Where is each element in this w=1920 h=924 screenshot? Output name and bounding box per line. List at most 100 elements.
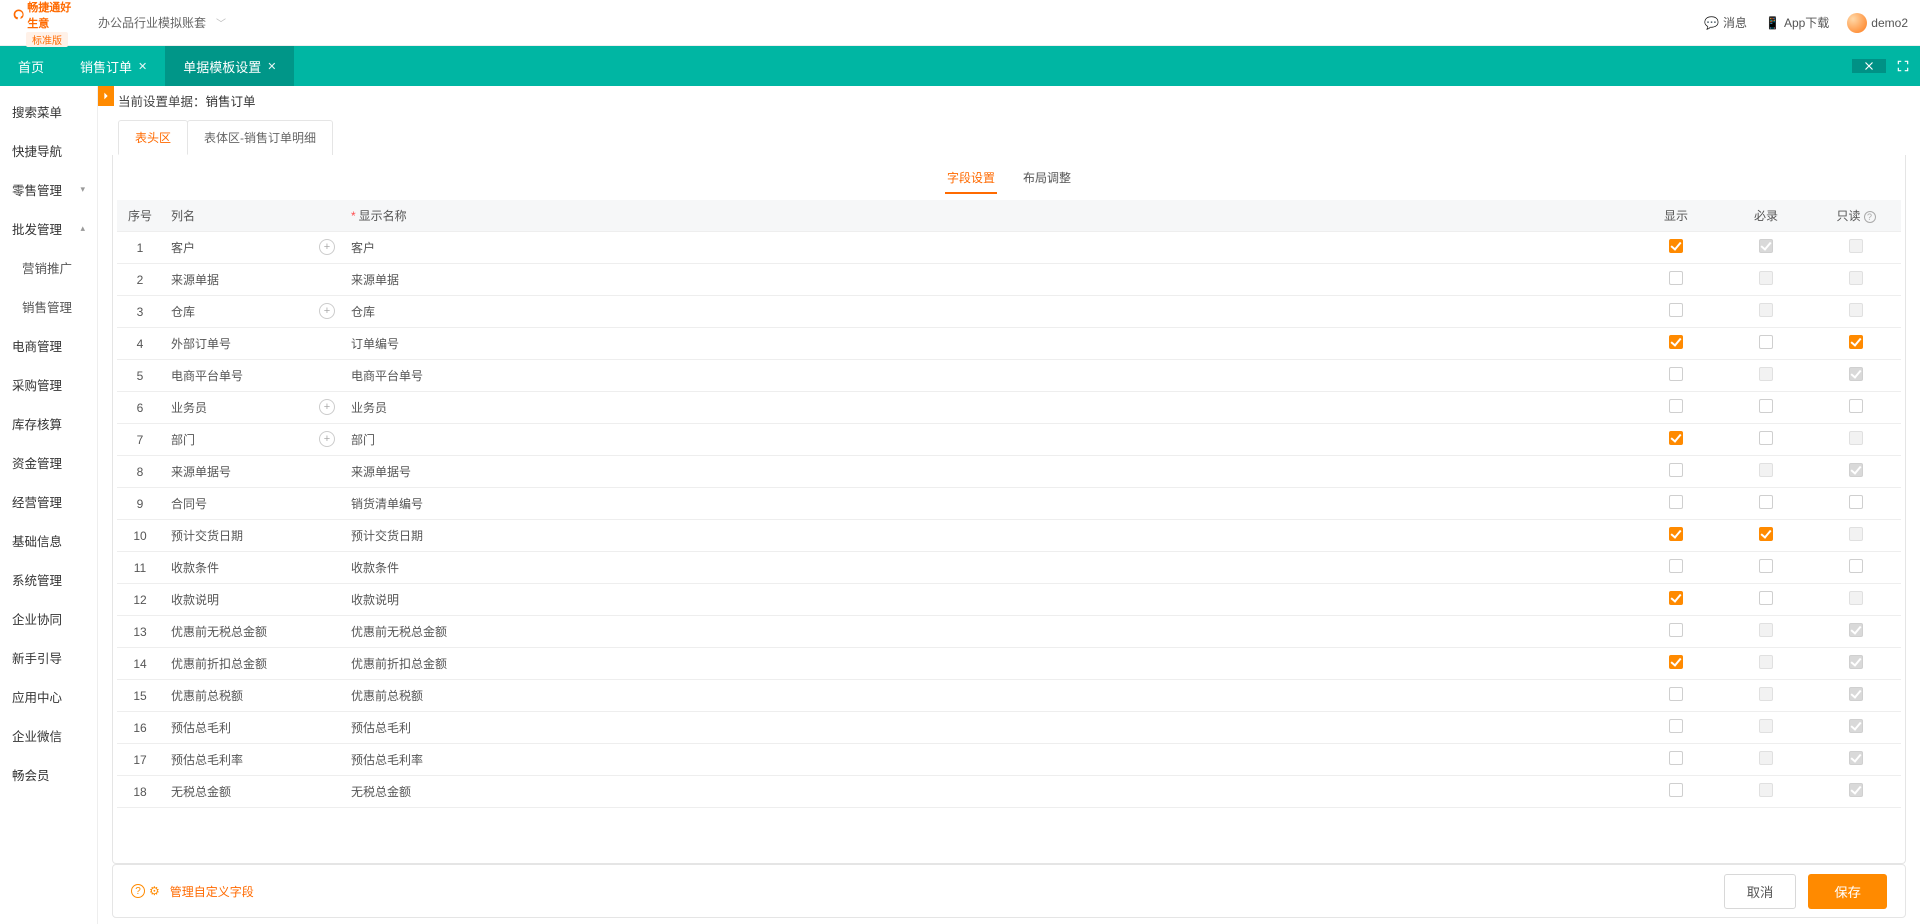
checkbox[interactable]: [1669, 655, 1683, 669]
sidebar-item[interactable]: 搜索菜单: [0, 92, 97, 131]
sidebar-item[interactable]: 企业微信: [0, 716, 97, 755]
field-table-scroll[interactable]: 序号 列名 *显示名称 显示 必录 只读? 1客户+客户2来源单据来源单据3仓库…: [113, 200, 1905, 863]
sidebar-item[interactable]: 企业协同: [0, 599, 97, 638]
cell-display-name[interactable]: 业务员: [343, 392, 1631, 424]
section-tab[interactable]: 表体区-销售订单明细: [187, 120, 333, 155]
checkbox: [1849, 655, 1863, 669]
cell-show: [1631, 648, 1721, 680]
close-all-tabs-button[interactable]: [1852, 59, 1886, 73]
cell-display-name[interactable]: 仓库: [343, 296, 1631, 328]
checkbox[interactable]: [1669, 591, 1683, 605]
cell-index: 7: [117, 424, 163, 456]
sidebar-item[interactable]: 销售管理: [0, 287, 97, 326]
checkbox[interactable]: [1669, 495, 1683, 509]
checkbox[interactable]: [1669, 463, 1683, 477]
sidebar-item[interactable]: 系统管理: [0, 560, 97, 599]
checkbox[interactable]: [1669, 431, 1683, 445]
cancel-button[interactable]: 取消: [1724, 874, 1797, 909]
cell-display-name[interactable]: 收款条件: [343, 552, 1631, 584]
cell-display-name[interactable]: 收款说明: [343, 584, 1631, 616]
ribbon-expand-icon[interactable]: [98, 86, 114, 106]
checkbox[interactable]: [1759, 399, 1773, 413]
cell-display-name[interactable]: 优惠前折扣总金额: [343, 648, 1631, 680]
cell-display-name[interactable]: 无税总金额: [343, 776, 1631, 808]
checkbox[interactable]: [1759, 431, 1773, 445]
sidebar-item[interactable]: 快捷导航: [0, 131, 97, 170]
close-icon[interactable]: ✕: [267, 60, 276, 73]
sidebar-item[interactable]: 资金管理: [0, 443, 97, 482]
add-child-button[interactable]: +: [319, 431, 335, 447]
cell-display-name[interactable]: 销货清单编号: [343, 488, 1631, 520]
checkbox[interactable]: [1849, 495, 1863, 509]
sidebar-item[interactable]: 应用中心: [0, 677, 97, 716]
messages-button[interactable]: 💬 消息: [1704, 14, 1747, 31]
add-child-button[interactable]: +: [319, 399, 335, 415]
checkbox[interactable]: [1669, 303, 1683, 317]
checkbox[interactable]: [1669, 783, 1683, 797]
add-child-button[interactable]: +: [319, 239, 335, 255]
cell-readonly: [1811, 584, 1901, 616]
cell-display-name[interactable]: 预计交货日期: [343, 520, 1631, 552]
checkbox[interactable]: [1669, 719, 1683, 733]
checkbox[interactable]: [1669, 367, 1683, 381]
checkbox[interactable]: [1849, 399, 1863, 413]
tab-home[interactable]: 首页: [0, 46, 62, 86]
manage-custom-fields-link[interactable]: ? ⚙ 管理自定义字段: [131, 883, 254, 900]
gear-icon: ⚙: [149, 884, 160, 898]
checkbox[interactable]: [1669, 559, 1683, 573]
cell-display-name[interactable]: 部门: [343, 424, 1631, 456]
sidebar-item[interactable]: 基础信息: [0, 521, 97, 560]
cell-display-name[interactable]: 客户: [343, 232, 1631, 264]
checkbox[interactable]: [1669, 239, 1683, 253]
checkbox[interactable]: [1759, 527, 1773, 541]
section-tab[interactable]: 表头区: [118, 120, 188, 155]
checkbox[interactable]: [1849, 335, 1863, 349]
sidebar-item[interactable]: 经营管理: [0, 482, 97, 521]
user-menu[interactable]: demo2: [1847, 13, 1908, 33]
cell-display-name[interactable]: 订单编号: [343, 328, 1631, 360]
sidebar-item[interactable]: 零售管理▾: [0, 170, 97, 209]
sidebar-item[interactable]: 电商管理: [0, 326, 97, 365]
checkbox[interactable]: [1849, 559, 1863, 573]
checkbox[interactable]: [1759, 495, 1773, 509]
cell-display-name[interactable]: 来源单据: [343, 264, 1631, 296]
checkbox[interactable]: [1669, 751, 1683, 765]
checkbox[interactable]: [1669, 399, 1683, 413]
tab-template-settings[interactable]: 单据模板设置 ✕: [165, 46, 294, 86]
tab-sales-order[interactable]: 销售订单 ✕: [62, 46, 165, 86]
account-selector[interactable]: 办公品行业模拟账套 ﹀: [98, 14, 226, 31]
cell-required: [1721, 520, 1811, 552]
subnav-item[interactable]: 布局调整: [1021, 165, 1073, 194]
cell-display-name[interactable]: 预估总毛利: [343, 712, 1631, 744]
sidebar-item[interactable]: 采购管理: [0, 365, 97, 404]
add-child-button[interactable]: +: [319, 303, 335, 319]
app-download-button[interactable]: 📱 App下载: [1765, 14, 1829, 31]
subnav-item[interactable]: 字段设置: [945, 165, 997, 194]
help-icon[interactable]: ?: [1864, 211, 1876, 223]
sidebar-item[interactable]: 库存核算: [0, 404, 97, 443]
cell-display-name[interactable]: 来源单据号: [343, 456, 1631, 488]
fullscreen-button[interactable]: [1886, 59, 1920, 73]
cell-readonly: [1811, 424, 1901, 456]
cell-display-name[interactable]: 电商平台单号: [343, 360, 1631, 392]
sidebar-item[interactable]: 新手引导: [0, 638, 97, 677]
checkbox[interactable]: [1669, 527, 1683, 541]
sidebar-item[interactable]: 畅会员: [0, 755, 97, 794]
sidebar-item[interactable]: 批发管理▴: [0, 209, 97, 248]
close-icon[interactable]: ✕: [138, 60, 147, 73]
checkbox[interactable]: [1669, 687, 1683, 701]
checkbox[interactable]: [1669, 623, 1683, 637]
checkbox[interactable]: [1759, 559, 1773, 573]
table-row: 6业务员+业务员: [117, 392, 1901, 424]
checkbox[interactable]: [1759, 591, 1773, 605]
checkbox[interactable]: [1759, 335, 1773, 349]
checkbox[interactable]: [1669, 271, 1683, 285]
cell-display-name[interactable]: 优惠前总税额: [343, 680, 1631, 712]
save-button[interactable]: 保存: [1808, 874, 1887, 909]
cell-display-name[interactable]: 优惠前无税总金额: [343, 616, 1631, 648]
cell-display-name[interactable]: 预估总毛利率: [343, 744, 1631, 776]
sidebar-item[interactable]: 营销推广: [0, 248, 97, 287]
checkbox[interactable]: [1669, 335, 1683, 349]
cell-index: 16: [117, 712, 163, 744]
checkbox: [1849, 591, 1863, 605]
